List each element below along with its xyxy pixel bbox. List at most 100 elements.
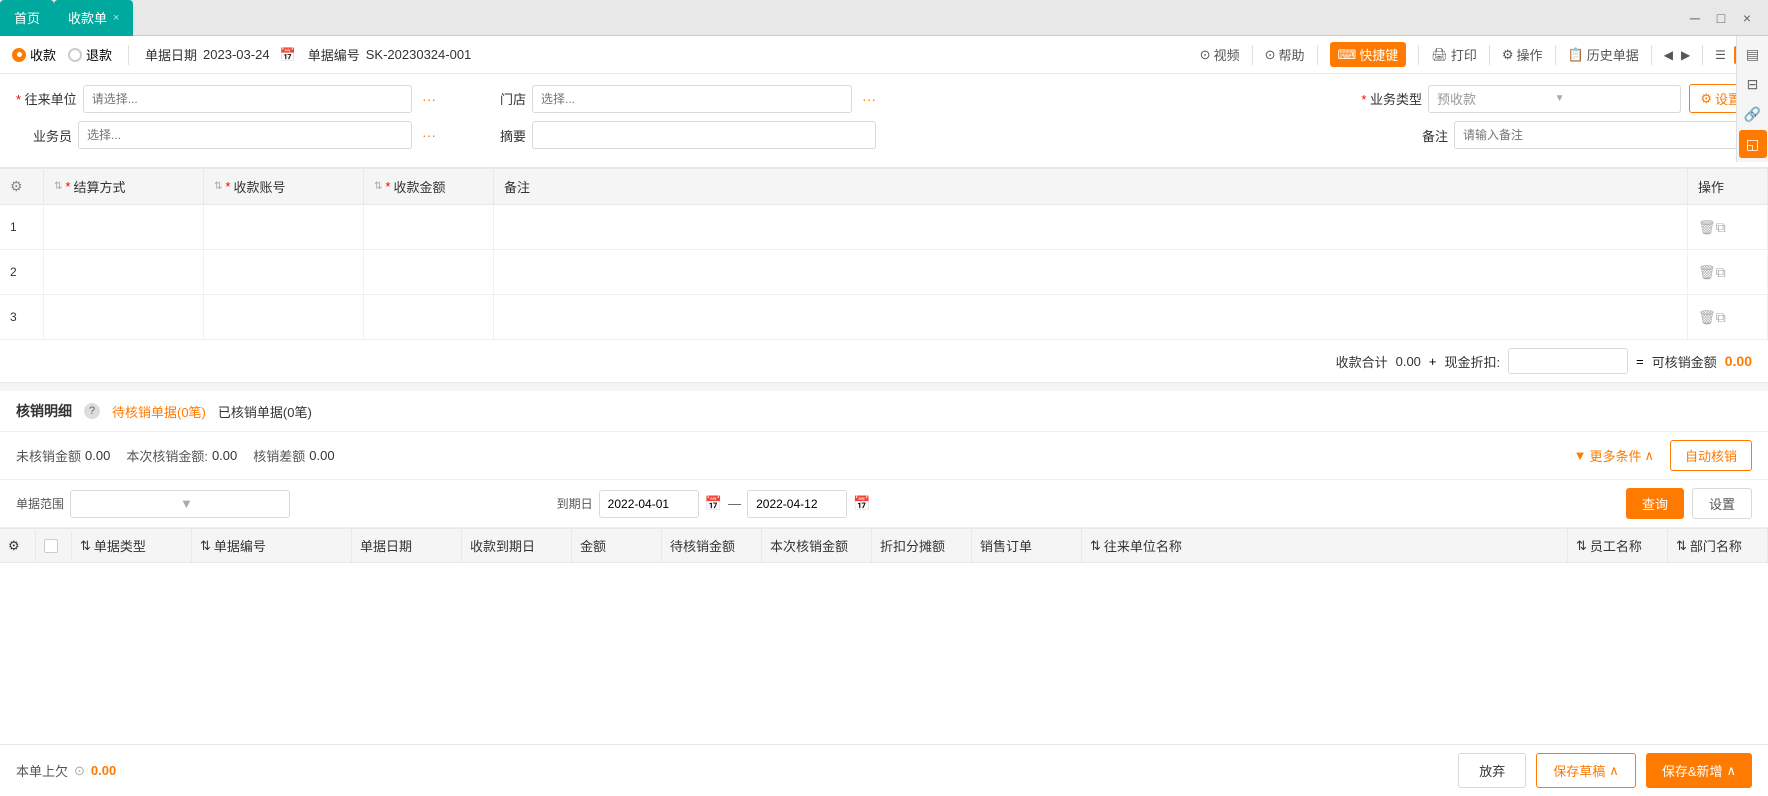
window-max-button[interactable]: □ (1712, 9, 1730, 27)
staff-more-icon[interactable]: ··· (422, 127, 436, 143)
td-row2-account[interactable] (204, 250, 364, 294)
bth-due: 收款到期日 (462, 529, 572, 562)
summary-input[interactable] (532, 121, 876, 149)
history-button[interactable]: 📋 历史单据 (1568, 45, 1639, 64)
cal-to-icon[interactable]: 📅 (853, 495, 870, 512)
range-select[interactable]: ▼ (70, 490, 290, 518)
staff-label: 业务员 (16, 126, 72, 145)
main-content: 收款 退款 单据日期 2023-03-24 📅 单据编号 SK-20230324… (0, 36, 1768, 796)
refund-radio[interactable]: 退款 (68, 45, 112, 64)
sidebar-icon-4[interactable]: ◱ (1739, 130, 1767, 158)
query-button[interactable]: 查询 (1626, 488, 1684, 519)
range-arrow: ▼ (180, 496, 281, 511)
td-row1-amount[interactable] (364, 205, 494, 249)
range-label: 单据范围 (16, 495, 64, 512)
window-controls: ─ □ × (1686, 9, 1768, 27)
due-from-input[interactable] (599, 490, 699, 518)
sidebar-icon-2[interactable]: ⊟ (1739, 70, 1767, 98)
bth-sales: 销售订单 (972, 529, 1082, 562)
counterpart-more-icon[interactable]: ··· (422, 91, 436, 107)
td-row1-method[interactable] (44, 205, 204, 249)
table-row: 3 🗑 ⧉ (0, 295, 1768, 340)
keyboard-icon: ⌨ (1338, 47, 1357, 63)
biz-type-select[interactable]: 预收款 ▼ (1428, 85, 1681, 113)
td-row2-method[interactable] (44, 250, 204, 294)
td-row1-account[interactable] (204, 205, 364, 249)
list-view-button[interactable]: ☰ (1715, 48, 1726, 62)
bth-customer: ⇅ 往来单位名称 (1082, 529, 1568, 562)
store-input[interactable] (532, 85, 852, 113)
draft-arrow-icon: ∧ (1609, 763, 1619, 779)
td-row3-account[interactable] (204, 295, 364, 339)
counterpart-input[interactable] (83, 85, 412, 113)
td-row2-amount[interactable] (364, 250, 494, 294)
bth-this: 本次核销金额 (762, 529, 872, 562)
summary-row: 收款合计 0.00 + 现金折扣: = 可核销金额 0.00 (0, 340, 1768, 383)
window-min-button[interactable]: ─ (1686, 9, 1704, 27)
toolbar-divider-1 (128, 45, 129, 65)
row3-delete-icon[interactable]: 🗑 (1698, 309, 1716, 326)
video-button[interactable]: ⊙ 视频 (1200, 45, 1240, 64)
help-button[interactable]: ⊙ 帮助 (1265, 45, 1305, 64)
help-circle[interactable]: ⊙ (74, 763, 85, 779)
td-row3-ops: 🗑 ⧉ (1688, 295, 1768, 339)
td-row1-remark[interactable] (494, 205, 1688, 249)
th-remark: 备注 (494, 169, 1688, 204)
select-all-checkbox[interactable] (44, 539, 58, 553)
save-new-button[interactable]: 保存&新增 ∧ (1646, 753, 1752, 788)
sort-customer: ⇅ (1090, 538, 1101, 554)
auto-writeoff-button[interactable]: 自动核销 (1670, 440, 1752, 471)
staff-input[interactable] (78, 121, 412, 149)
row1-copy-icon[interactable]: ⧉ (1716, 219, 1726, 236)
store-more-icon[interactable]: ··· (862, 91, 876, 107)
more-conditions-button[interactable]: ▼ 更多条件 ∧ (1574, 446, 1654, 465)
receipt-type-group: 收款 退款 (12, 45, 112, 64)
equals-sign: = (1636, 354, 1644, 369)
tab-receipt[interactable]: 收款单 × (54, 0, 133, 36)
th-method: ⇅ * 结算方式 (44, 169, 204, 204)
tab-receipt-close[interactable]: × (113, 12, 119, 24)
row2-delete-icon[interactable]: 🗑 (1698, 264, 1716, 281)
ops-button[interactable]: ⚙ 操作 (1502, 45, 1543, 64)
discount-input[interactable] (1508, 348, 1628, 374)
receipt-table: ⚙ ⇅ * 结算方式 ⇅ * 收款账号 ⇅ * 收款金额 备注 操作 (0, 168, 1768, 340)
td-row3-amount[interactable] (364, 295, 494, 339)
cal-from-icon[interactable]: 📅 (705, 495, 722, 512)
tab-home[interactable]: 首页 (0, 0, 54, 36)
writeoff-help-icon[interactable]: ? (84, 403, 100, 419)
bth-date: 单据日期 (352, 529, 462, 562)
window-close-button[interactable]: × (1738, 9, 1756, 27)
bth-settings[interactable]: ⚙ (0, 531, 36, 561)
row2-copy-icon[interactable]: ⧉ (1716, 264, 1726, 281)
th-settings[interactable]: ⚙ (0, 170, 44, 203)
save-draft-button[interactable]: 保存草稿 ∧ (1536, 753, 1636, 788)
row3-copy-icon[interactable]: ⧉ (1716, 309, 1726, 326)
next-button[interactable]: ▶ (1681, 48, 1690, 62)
counterpart-field: 往来单位 ··· (16, 85, 436, 113)
pending-tab[interactable]: 待核销单据(0笔) (112, 402, 206, 421)
td-row3-remark[interactable] (494, 295, 1688, 339)
date-picker-icon[interactable]: 📅 (280, 47, 296, 63)
td-row2-ops: 🗑 ⧉ (1688, 250, 1768, 294)
video-icon: ⊙ (1200, 47, 1211, 63)
td-row2-remark[interactable] (494, 250, 1688, 294)
sidebar-icon-3[interactable]: 🔗 (1739, 100, 1767, 128)
shortcut-button[interactable]: ⌨ 快捷键 (1330, 42, 1407, 67)
sidebar-icon-1[interactable]: ▤ (1739, 40, 1767, 68)
prev-button[interactable]: ◀ (1664, 48, 1673, 62)
th-method-label: * (65, 179, 70, 194)
note-input[interactable] (1454, 121, 1752, 149)
summary-label: 摘要 (496, 126, 526, 145)
print-button[interactable]: 🖨 打印 (1431, 45, 1477, 64)
due-to-input[interactable] (747, 490, 847, 518)
sort-icon-amount: ⇅ (374, 181, 382, 192)
td-row3-method[interactable] (44, 295, 204, 339)
done-tab[interactable]: 已核销单据(0笔) (218, 402, 312, 421)
bth-discount: 折扣分摊额 (872, 529, 972, 562)
discard-button[interactable]: 放弃 (1458, 753, 1526, 788)
row1-delete-icon[interactable]: 🗑 (1698, 219, 1716, 236)
counterpart-label: 往来单位 (16, 89, 77, 108)
filter-settings-button[interactable]: 设置 (1692, 488, 1752, 519)
receipt-radio[interactable]: 收款 (12, 45, 56, 64)
available-label: 可核销金额 (1652, 352, 1717, 371)
